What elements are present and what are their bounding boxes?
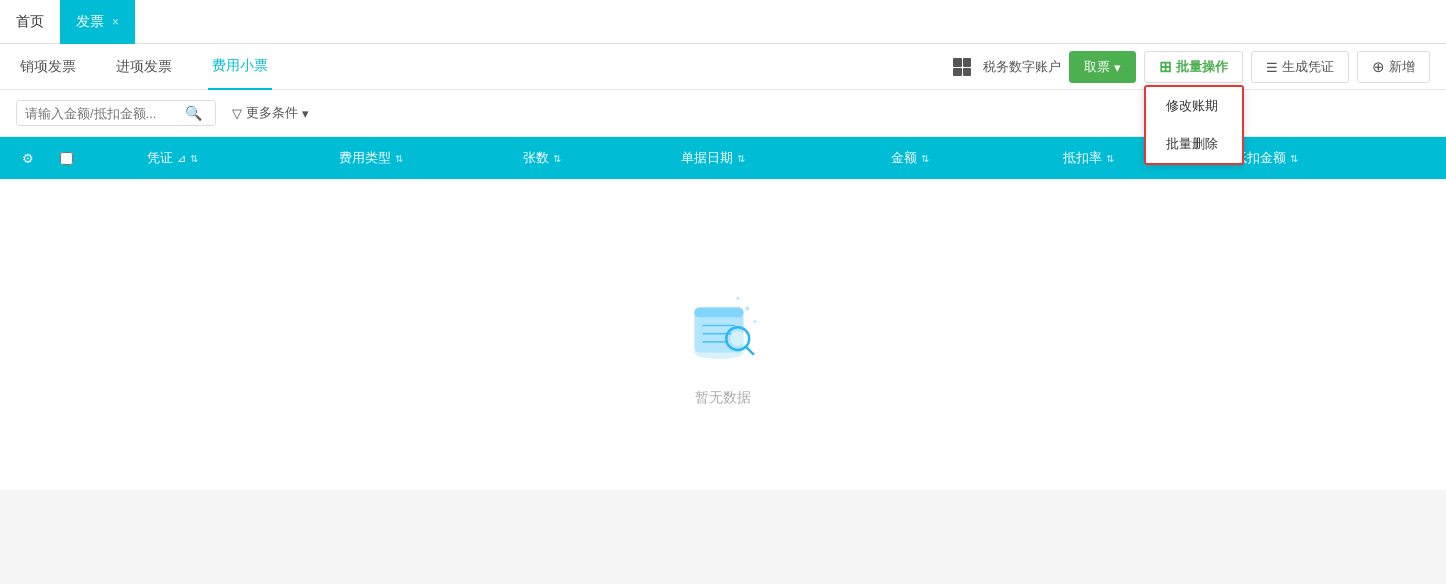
- toolbar: 税务数字账户 取票 ▾ ⊞ 批量操作 修改账期 批量删除 ☰ 生成凭证 ⊕: [937, 44, 1446, 90]
- qr-icon[interactable]: [953, 58, 971, 76]
- th-deduction-amount-sort-icon: ⇅: [1290, 153, 1298, 164]
- qr-cell-3: [953, 68, 962, 77]
- th-deduction-rate-sort-icon: ⇅: [1106, 153, 1114, 164]
- th-expense-type[interactable]: 费用类型 ⇅: [262, 149, 480, 167]
- tab-purchase-invoice[interactable]: 进项发票: [112, 44, 176, 90]
- svg-text:✦: ✦: [735, 295, 741, 302]
- settings-icon: ⚙: [22, 151, 34, 166]
- add-icon: ⊕: [1372, 58, 1385, 76]
- empty-state: ✦ ✦ ✦ 暂无数据: [0, 179, 1446, 490]
- th-voucher[interactable]: 凭证 ⊿ ⇅: [84, 149, 262, 167]
- th-date-label: 单据日期: [681, 149, 733, 167]
- add-new-button[interactable]: ⊕ 新增: [1357, 51, 1430, 83]
- search-input-wrap[interactable]: 🔍: [16, 100, 216, 126]
- search-input[interactable]: [25, 106, 185, 121]
- tab-sales-invoice[interactable]: 销项发票: [16, 44, 80, 90]
- take-ticket-label: 取票: [1084, 58, 1110, 76]
- search-icon[interactable]: 🔍: [185, 105, 202, 121]
- th-expense-type-label: 费用类型: [339, 149, 391, 167]
- th-deduction-rate-label: 抵扣率: [1063, 149, 1102, 167]
- th-checkbox[interactable]: [48, 152, 84, 165]
- th-settings[interactable]: ⚙: [8, 151, 48, 166]
- empty-state-icon: ✦ ✦ ✦: [673, 283, 773, 373]
- th-voucher-sort-icon: ⇅: [190, 153, 198, 164]
- th-voucher-label: 凭证: [147, 149, 173, 167]
- svg-text:✦: ✦: [752, 317, 758, 324]
- th-sheets-sort-icon: ⇅: [553, 153, 561, 164]
- invoice-tab[interactable]: 发票 ×: [60, 0, 135, 44]
- qr-cell-2: [963, 58, 972, 67]
- th-sheets-label: 张数: [523, 149, 549, 167]
- dropdown-item-change-period[interactable]: 修改账期: [1146, 87, 1242, 125]
- qr-cell-1: [953, 58, 962, 67]
- take-ticket-dropdown-icon: ▾: [1114, 60, 1121, 75]
- th-date[interactable]: 单据日期 ⇅: [604, 149, 822, 167]
- svg-text:✦: ✦: [743, 302, 751, 313]
- home-link[interactable]: 首页: [16, 13, 60, 31]
- bulk-ops-label: 批量操作: [1176, 58, 1228, 76]
- add-new-label: 新增: [1389, 58, 1415, 76]
- generate-voucher-button[interactable]: ☰ 生成凭证: [1251, 51, 1349, 83]
- svg-rect-2: [694, 307, 743, 317]
- invoice-tab-label: 发票: [76, 13, 104, 31]
- th-sheets[interactable]: 张数 ⇅: [480, 149, 604, 167]
- dropdown-item-bulk-delete[interactable]: 批量删除: [1146, 125, 1242, 163]
- th-amount-label: 金额: [891, 149, 917, 167]
- more-filter-chevron: ▾: [302, 106, 309, 121]
- tax-digital-account[interactable]: 税务数字账户: [983, 58, 1061, 76]
- top-nav: 首页 发票 ×: [0, 0, 1446, 44]
- th-amount-sort-icon: ⇅: [921, 153, 929, 164]
- more-filter-label: 更多条件: [246, 104, 298, 122]
- th-expense-type-sort-icon: ⇅: [395, 153, 403, 164]
- qr-cell-4: [963, 68, 972, 77]
- th-voucher-filter-icon: ⊿: [177, 152, 186, 165]
- take-ticket-button[interactable]: 取票 ▾: [1069, 51, 1136, 83]
- select-all-checkbox[interactable]: [60, 152, 73, 165]
- empty-state-text: 暂无数据: [695, 389, 751, 407]
- generate-voucher-label: 生成凭证: [1282, 58, 1334, 76]
- more-filter-button[interactable]: ▽ 更多条件 ▾: [232, 104, 309, 122]
- sub-nav: 销项发票 进项发票 费用小票 税务数字账户 取票 ▾ ⊞ 批量操作 修改账期 批…: [0, 44, 1446, 90]
- th-date-sort-icon: ⇅: [737, 153, 745, 164]
- bulk-ops-container: ⊞ 批量操作 修改账期 批量删除: [1144, 51, 1243, 83]
- close-icon[interactable]: ×: [112, 15, 119, 29]
- th-amount[interactable]: 金额 ⇅: [822, 149, 1000, 167]
- generate-icon: ☰: [1266, 60, 1278, 75]
- tab-expense-receipt[interactable]: 费用小票: [208, 44, 272, 90]
- bulk-ops-button[interactable]: ⊞ 批量操作: [1144, 51, 1243, 83]
- svg-line-8: [746, 346, 753, 353]
- bulk-ops-icon: ⊞: [1159, 58, 1172, 76]
- svg-point-7: [730, 331, 745, 346]
- bulk-ops-dropdown: 修改账期 批量删除: [1144, 85, 1244, 165]
- filter-funnel-icon: ▽: [232, 106, 242, 121]
